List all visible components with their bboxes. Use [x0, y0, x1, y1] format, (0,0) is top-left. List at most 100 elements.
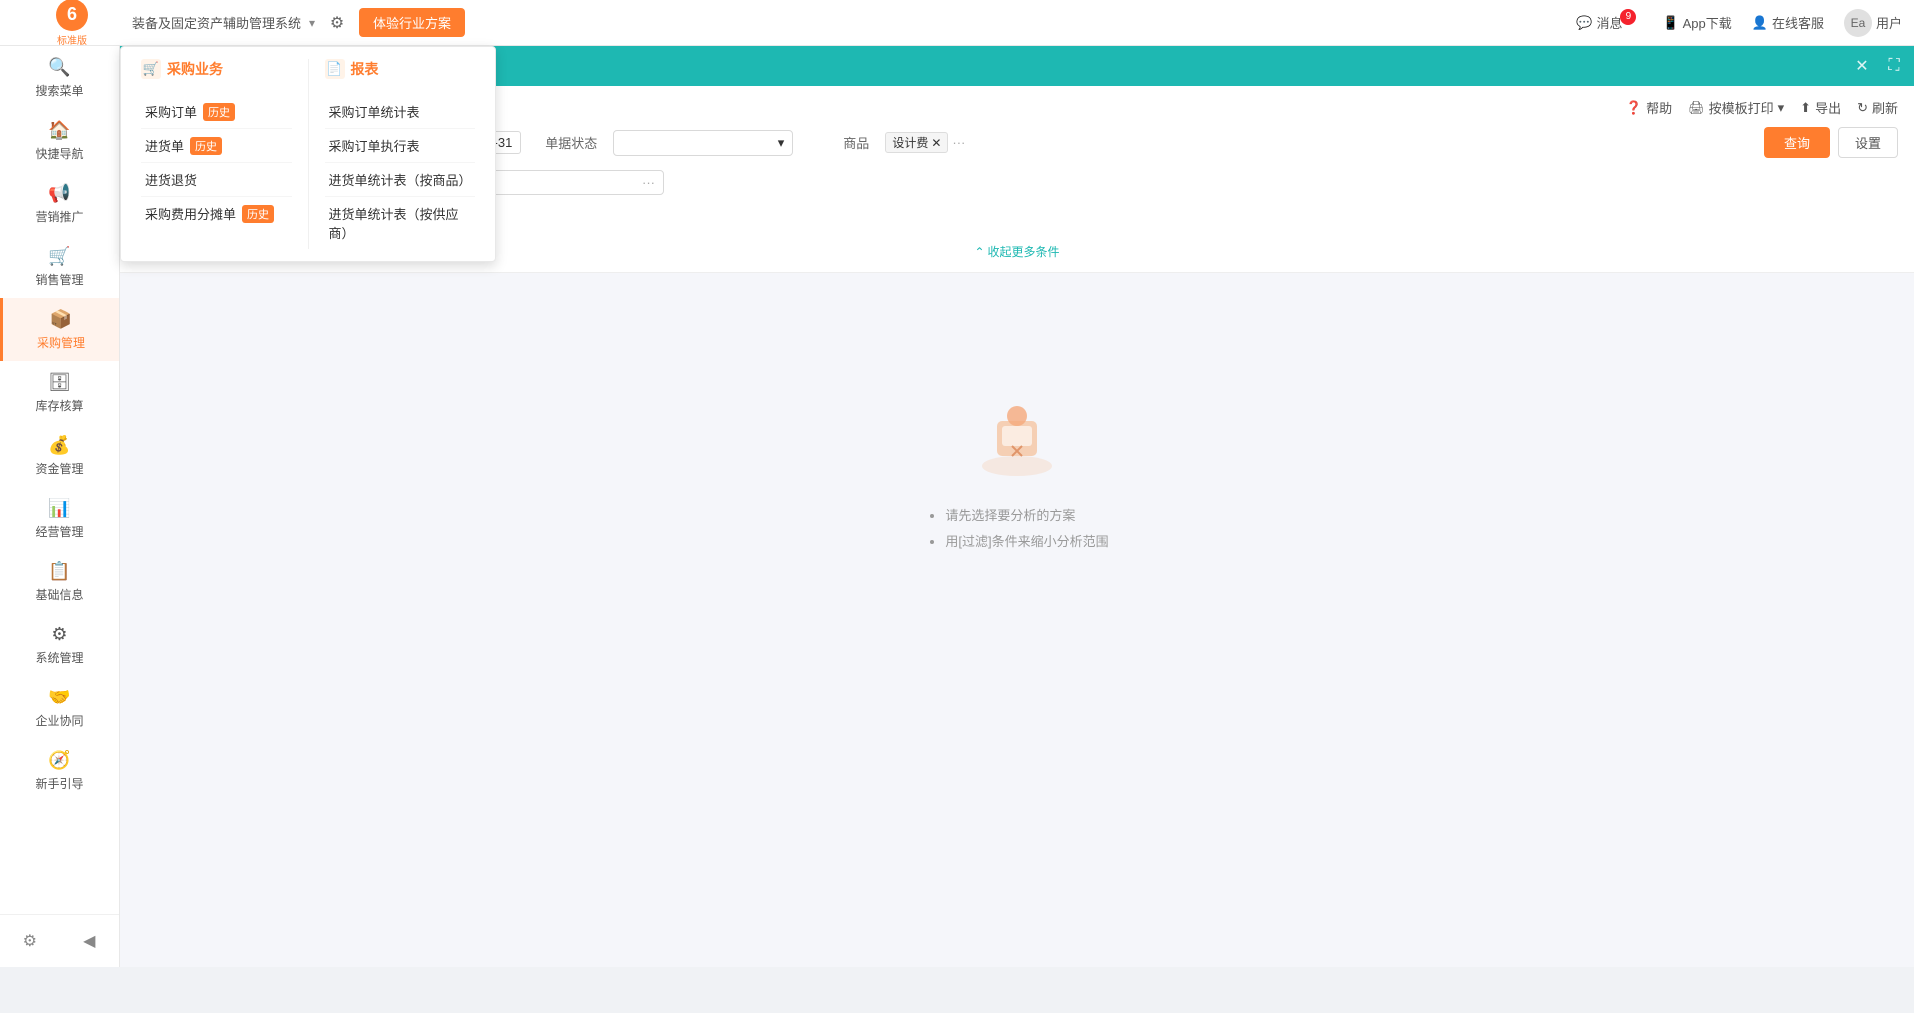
empty-tip-1: 请先选择要分析的方案 — [945, 503, 1108, 529]
home-icon: 🏠 — [49, 119, 71, 141]
sidebar-bottom: ⚙ ◀ — [0, 914, 119, 967]
top-bar: 6 标准版 装备及固定资产辅助管理系统 ▾ ⚙ 体验行业方案 💬 消息 9 📱 … — [0, 0, 1914, 46]
query-button[interactable]: 查询 — [1764, 127, 1830, 158]
help-button[interactable]: ❓ 帮助 — [1626, 98, 1672, 117]
dropdown-item-inbound-goods-label: 进货单统计表（按商品） — [329, 170, 472, 189]
sidebar-label-operation: 经营管理 — [35, 523, 83, 540]
goods-tag-label: 设计费 — [892, 134, 928, 151]
tab-close-window-button[interactable]: ✕ — [1850, 54, 1874, 78]
sidebar-label-quick: 快捷导航 — [35, 145, 83, 162]
sidebar-collapse-button[interactable]: ◀ — [73, 925, 105, 957]
purchase-icon: 📦 — [50, 308, 72, 330]
sidebar-item-basic[interactable]: 📋 基础信息 — [0, 550, 119, 613]
goods-tag-close-icon[interactable]: ✕ — [931, 136, 941, 150]
settings-icon[interactable]: ⚙ — [323, 9, 351, 37]
sidebar-item-system[interactable]: ⚙ 系统管理 — [0, 613, 119, 676]
search-icon: 🔍 — [49, 56, 71, 78]
dropdown-col1-title: 🛒 采购业务 — [141, 59, 292, 85]
dropdown-item-cost[interactable]: 采购费用分摊单 历史 — [141, 197, 292, 230]
sidebar-item-purchase[interactable]: 📦 采购管理 — [0, 298, 119, 361]
refresh-label: 刷新 — [1872, 98, 1898, 117]
dropdown-item-inbound-goods[interactable]: 进货单统计表（按商品） — [325, 163, 476, 197]
sidebar-label-basic: 基础信息 — [35, 586, 83, 603]
sidebar-item-inventory[interactable]: 🗄 库存核算 — [0, 361, 119, 424]
print-dropdown-icon: ▾ — [1778, 100, 1785, 116]
sidebar: 🔍 搜索菜单 🏠 快捷导航 📢 营销推广 🛒 销售管理 📦 采购管理 🗄 库存核… — [0, 46, 120, 967]
phone-icon: 📱 — [1662, 15, 1678, 31]
print-label: 按模板打印 — [1709, 98, 1774, 117]
dropdown-item-order-stats[interactable]: 采购订单统计表 — [325, 95, 476, 129]
dropdown-item-inbound-label: 进货单 — [145, 136, 184, 155]
export-button[interactable]: ⬆ 导出 — [1800, 98, 1841, 117]
user-label: 用户 — [1876, 13, 1902, 32]
sidebar-item-finance[interactable]: 💰 资金管理 — [0, 424, 119, 487]
goods-label: 商品 — [809, 133, 869, 152]
goods-filter: 设计费 ✕ ··· — [885, 132, 965, 153]
sidebar-item-guide[interactable]: 🧭 新手引导 — [0, 739, 119, 802]
export-icon: ⬆ — [1800, 100, 1811, 116]
sidebar-item-operation[interactable]: 📊 经营管理 — [0, 487, 119, 550]
dropdown-item-cost-label: 采购费用分摊单 — [145, 204, 236, 223]
message-button[interactable]: 💬 消息 9 — [1576, 13, 1642, 32]
sidebar-label-guide: 新手引导 — [35, 775, 83, 792]
staff-more-icon: ··· — [642, 175, 655, 190]
app-label: App下载 — [1683, 13, 1732, 32]
purchase-col-icon: 🛒 — [141, 59, 161, 79]
sidebar-label-finance: 资金管理 — [35, 460, 83, 477]
sidebar-item-search[interactable]: 🔍 搜索菜单 — [0, 46, 119, 109]
sidebar-item-quick[interactable]: 🏠 快捷导航 — [0, 109, 119, 172]
service-icon: 👤 — [1752, 15, 1768, 31]
sidebar-settings-button[interactable]: ⚙ — [14, 925, 46, 957]
sidebar-item-marketing[interactable]: 📢 营销推广 — [0, 172, 119, 235]
dropdown-item-inbound-supplier[interactable]: 进货单统计表（按供应商） — [325, 197, 476, 249]
refresh-button[interactable]: ↻ 刷新 — [1857, 98, 1898, 117]
tab-maximize-button[interactable]: ⛶ — [1882, 54, 1906, 78]
status-select[interactable]: ▾ — [613, 130, 793, 156]
dropdown-item-return[interactable]: 进货退货 — [141, 163, 292, 197]
sidebar-item-sales[interactable]: 🛒 销售管理 — [0, 235, 119, 298]
sidebar-label-search: 搜索菜单 — [35, 82, 83, 99]
logo-area: 6 标准版 — [12, 0, 132, 47]
dropdown-item-inbound-supplier-label: 进货单统计表（按供应商） — [329, 204, 472, 242]
top-center: 装备及固定资产辅助管理系统 ▾ ⚙ 体验行业方案 — [132, 8, 1576, 37]
finance-icon: 💰 — [49, 434, 71, 456]
dropdown-item-purchase-order[interactable]: 采购订单 历史 — [141, 95, 292, 129]
dropdown-divider — [308, 59, 309, 249]
dropdown-col-report: 📄 报表 采购订单统计表 采购订单执行表 进货单统计表（按商品） 进货单统计表（… — [317, 59, 484, 249]
print-button[interactable]: 🖨 按模板打印 ▾ — [1688, 98, 1784, 117]
message-badge: 9 — [1620, 9, 1636, 25]
setup-button[interactable]: 设置 — [1838, 127, 1898, 158]
logo-sub: 标准版 — [57, 32, 87, 47]
dropdown-col1-label: 采购业务 — [167, 59, 223, 79]
industry-button[interactable]: 体验行业方案 — [359, 8, 465, 37]
operation-icon: 📊 — [49, 497, 71, 519]
empty-tip-2: 用[过滤]条件来缩小分析范围 — [945, 529, 1108, 555]
user-button[interactable]: Ea 用户 — [1844, 9, 1902, 37]
goods-tag[interactable]: 设计费 ✕ — [885, 132, 948, 153]
collapse-button[interactable]: ⌃ 收起更多条件 — [974, 243, 1059, 260]
system-icon: ⚙ — [49, 623, 71, 645]
export-label: 导出 — [1815, 98, 1841, 117]
system-title: 装备及固定资产辅助管理系统 — [132, 13, 301, 32]
app-download-button[interactable]: 📱 App下载 — [1662, 13, 1731, 32]
online-service-button[interactable]: 👤 在线客服 — [1752, 13, 1824, 32]
collapse-up-icon: ⌃ — [974, 245, 984, 259]
goods-more-btn[interactable]: ··· — [952, 135, 965, 150]
staff-select[interactable]: ··· — [484, 170, 664, 195]
dropdown-item-order-exec-label: 采购订单执行表 — [329, 136, 420, 155]
enterprise-icon: 🤝 — [49, 686, 71, 708]
dropdown-col-purchase: 🛒 采购业务 采购订单 历史 进货单 历史 进货退货 采购费用分摊单 历史 — [133, 59, 300, 249]
empty-illustration — [967, 391, 1067, 491]
basic-icon: 📋 — [49, 560, 71, 582]
dropdown-item-order-stats-label: 采购订单统计表 — [329, 102, 420, 121]
collapse-label: 收起更多条件 — [988, 243, 1060, 260]
title-dropdown-icon[interactable]: ▾ — [309, 16, 315, 30]
sidebar-item-enterprise[interactable]: 🤝 企业协同 — [0, 676, 119, 739]
dropdown-item-order-exec[interactable]: 采购订单执行表 — [325, 129, 476, 163]
dropdown-item-inbound[interactable]: 进货单 历史 — [141, 129, 292, 163]
report-col-icon: 📄 — [325, 59, 345, 79]
guide-icon: 🧭 — [49, 749, 71, 771]
sidebar-label-sales: 销售管理 — [35, 271, 83, 288]
message-label: 消息 — [1596, 13, 1622, 32]
history-badge-3: 历史 — [242, 205, 274, 223]
